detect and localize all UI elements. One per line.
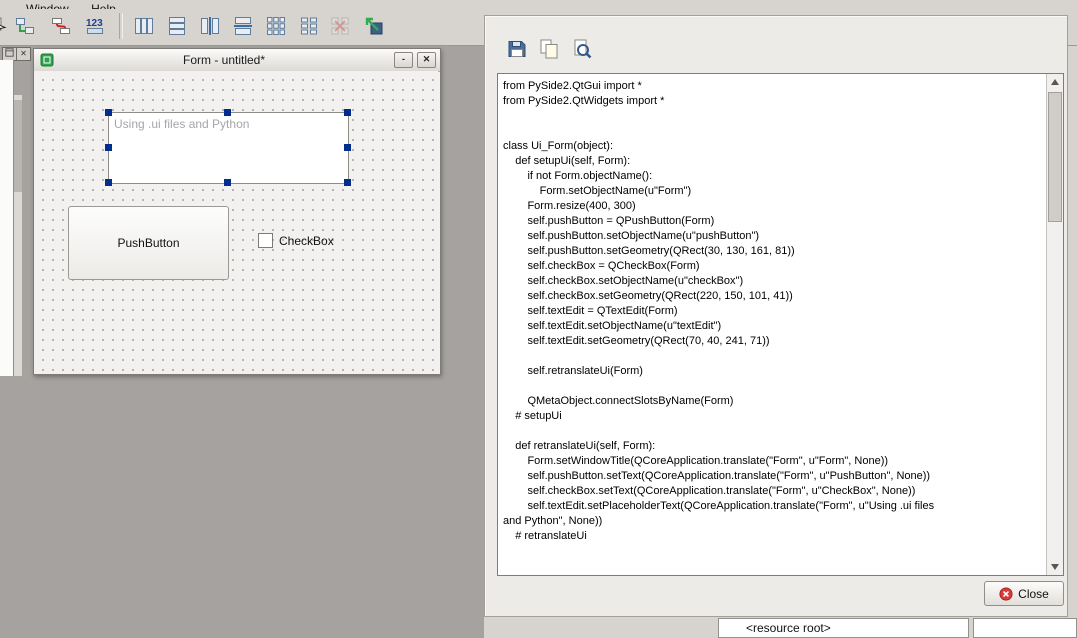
edit-buddies-icon xyxy=(50,15,72,37)
scroll-up-arrow[interactable] xyxy=(1051,79,1059,85)
adjust-size-icon xyxy=(363,15,385,37)
edit-signals-slots-icon xyxy=(14,15,36,37)
layout-form-button[interactable] xyxy=(296,13,322,39)
find-icon xyxy=(571,38,593,60)
find-button[interactable] xyxy=(569,36,595,62)
edit-buddies-button[interactable] xyxy=(48,13,74,39)
selection-handle-top-right[interactable] xyxy=(344,109,351,116)
layout-horizontally-icon xyxy=(133,15,155,37)
code-preview-dialog: from PySide2.QtGui import * from PySide2… xyxy=(484,15,1068,617)
layout-vertically-button[interactable] xyxy=(164,13,190,39)
layout-vertical-splitter-icon xyxy=(232,15,254,37)
edit-tab-order-icon: 123 xyxy=(84,15,106,37)
layout-grid-icon xyxy=(265,15,287,37)
dialog-close-label: Close xyxy=(1018,587,1049,601)
pushbutton-widget[interactable]: PushButton xyxy=(68,206,229,280)
layout-vertically-icon xyxy=(166,15,188,37)
copy-icon xyxy=(538,38,560,60)
dock-close-icon[interactable]: ✕ xyxy=(16,47,31,61)
code-text: from PySide2.QtGui import * from PySide2… xyxy=(498,74,1046,575)
scrollbar-thumb[interactable] xyxy=(1048,92,1062,222)
layout-form-icon xyxy=(298,15,320,37)
form-close-button[interactable]: ✕ xyxy=(417,52,436,68)
selection-handle-bottom-right[interactable] xyxy=(344,179,351,186)
save-icon xyxy=(506,38,528,60)
layout-horizontally-button[interactable] xyxy=(131,13,157,39)
form-minimize-button[interactable]: - xyxy=(394,52,413,68)
workspace: ✕ Form - untitled* - ✕ Using .ui files a… xyxy=(0,46,484,638)
adjust-size-button[interactable] xyxy=(361,13,387,39)
checkbox-indicator[interactable] xyxy=(258,233,273,248)
break-layout-button[interactable] xyxy=(327,13,353,39)
scroll-down-arrow[interactable] xyxy=(1051,564,1059,570)
form-canvas[interactable]: Using .ui files and Python PushButton Ch… xyxy=(34,71,438,372)
code-view[interactable]: from PySide2.QtGui import * from PySide2… xyxy=(497,73,1064,576)
menu-window[interactable]: Window xyxy=(26,0,69,9)
layout-horizontal-splitter-button[interactable] xyxy=(197,13,223,39)
layout-vertical-splitter-button[interactable] xyxy=(230,13,256,39)
widgetbox-panel-edge xyxy=(0,60,14,376)
toolbar-separator xyxy=(119,13,123,39)
close-icon xyxy=(999,587,1013,601)
qt-designer-window: Window Help 123 xyxy=(0,0,1077,638)
menubar: Window Help xyxy=(26,0,134,9)
selection-handle-mid-right[interactable] xyxy=(344,144,351,151)
resource-root-item[interactable]: <resource root> xyxy=(719,619,968,637)
edit-widgets-icon xyxy=(0,15,8,37)
textedit-widget[interactable]: Using .ui files and Python xyxy=(108,112,349,184)
selection-handle-bottom-center[interactable] xyxy=(224,179,231,186)
form-window-titlebar[interactable]: Form - untitled* - ✕ xyxy=(34,49,440,72)
checkbox-widget[interactable]: CheckBox xyxy=(258,233,334,248)
dialog-close-button[interactable]: Close xyxy=(984,581,1064,606)
selection-handle-top-left[interactable] xyxy=(105,109,112,116)
selection-handle-top-center[interactable] xyxy=(224,109,231,116)
selection-handle-mid-left[interactable] xyxy=(105,144,112,151)
break-layout-icon xyxy=(329,15,351,37)
widgetbox-scrollbar-thumb[interactable] xyxy=(14,100,22,192)
form-window-title: Form - untitled* xyxy=(54,53,394,67)
menu-help[interactable]: Help xyxy=(91,0,116,9)
save-button[interactable] xyxy=(504,36,530,62)
form-window-icon xyxy=(40,53,54,67)
layout-grid-button[interactable] xyxy=(263,13,289,39)
edit-signals-slots-button[interactable] xyxy=(12,13,38,39)
resource-browser-pane: <resource root> xyxy=(718,618,969,638)
resource-preview-pane xyxy=(973,618,1077,638)
selection-handle-bottom-left[interactable] xyxy=(105,179,112,186)
checkbox-label: CheckBox xyxy=(279,234,334,248)
svg-text:123: 123 xyxy=(86,18,103,29)
layout-horizontal-splitter-icon xyxy=(199,15,221,37)
form-window: Form - untitled* - ✕ Using .ui files and… xyxy=(33,48,441,375)
code-vertical-scrollbar[interactable] xyxy=(1046,74,1063,575)
copy-button[interactable] xyxy=(536,36,562,62)
widgetbox-scrollbar[interactable] xyxy=(14,95,22,376)
edit-widgets-button[interactable] xyxy=(0,13,10,39)
textedit-placeholder: Using .ui files and Python xyxy=(109,113,348,135)
dock-float-icon[interactable] xyxy=(2,47,17,61)
edit-tab-order-button[interactable]: 123 xyxy=(82,13,108,39)
